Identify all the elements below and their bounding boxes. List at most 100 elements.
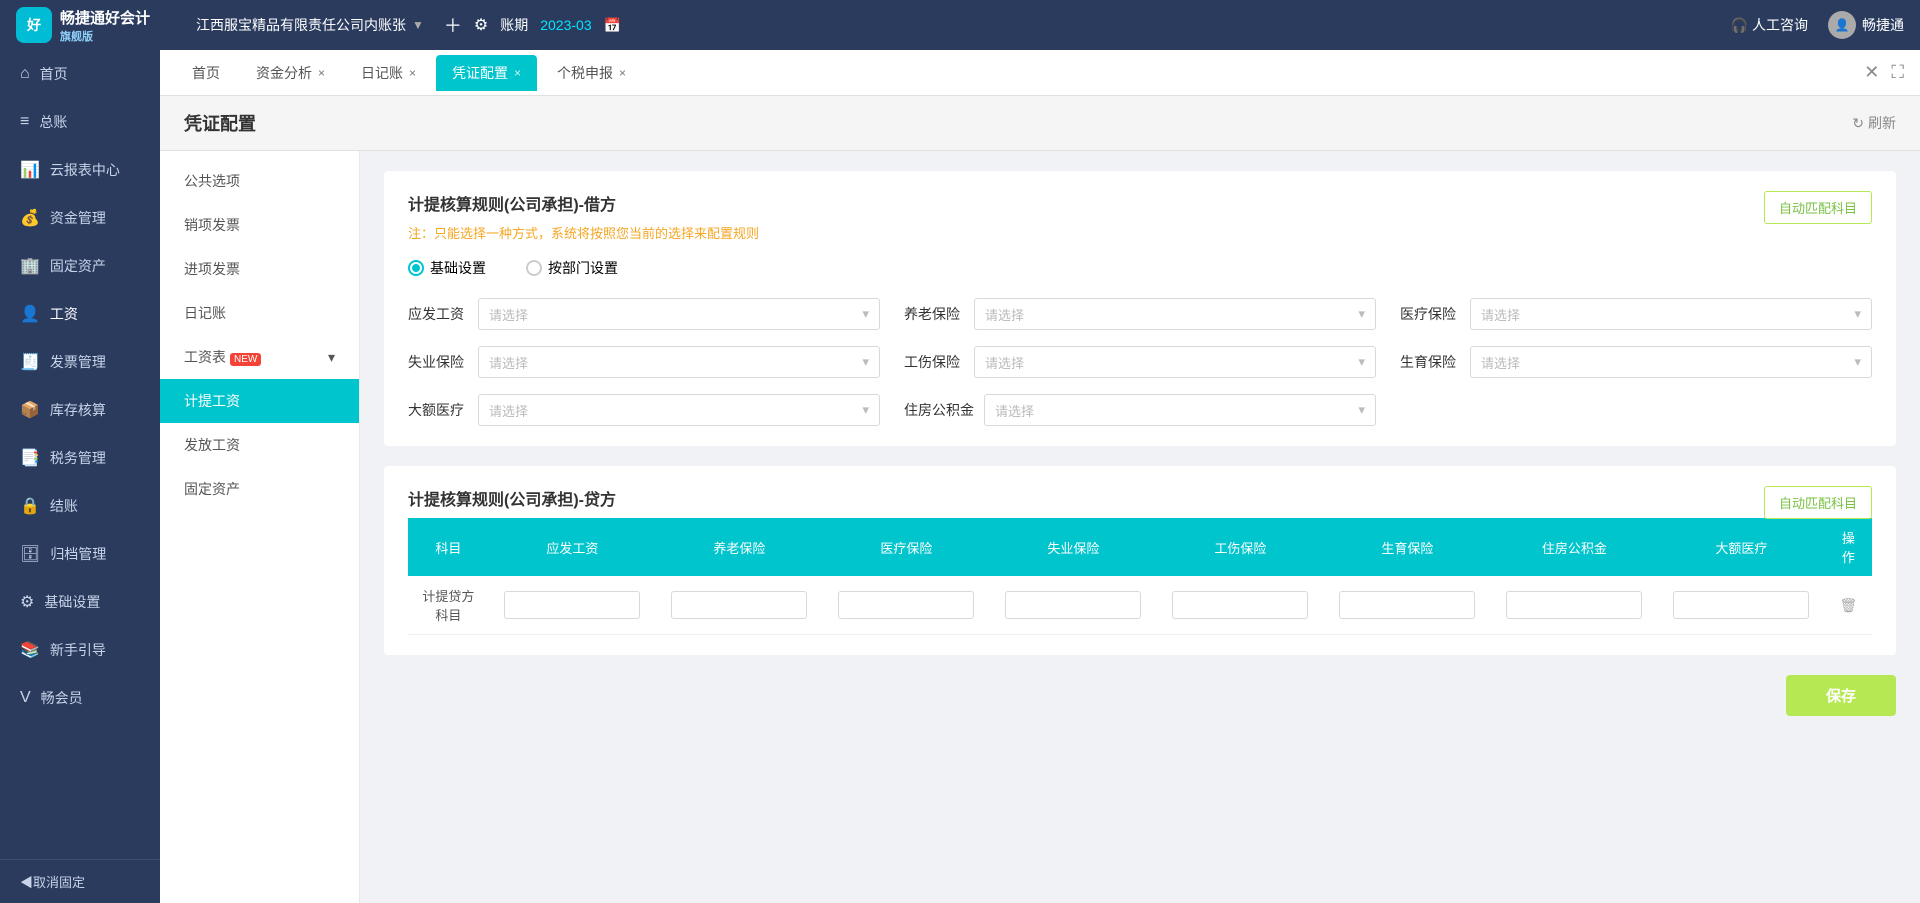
sidebar-item-assets[interactable]: 🏢 固定资产 (0, 242, 160, 290)
top-bar-right: 🎧 人工咨询 👤 畅捷通 (1731, 11, 1904, 39)
app-edition: 旗舰版 (60, 28, 150, 44)
label-maternity: 生育保险 (1400, 352, 1460, 372)
sidebar-item-archive[interactable]: 🗄 归档管理 (0, 530, 160, 578)
add-icon[interactable]: ＋ (444, 12, 462, 38)
sidebar-label-archive: 归档管理 (50, 544, 106, 564)
sidebar-item-funds[interactable]: 💰 资金管理 (0, 194, 160, 242)
cell-injury-input[interactable] (1157, 576, 1324, 635)
period-label: 账期 (500, 15, 528, 35)
sub-menu-journal[interactable]: 日记账 (160, 291, 359, 335)
delete-row-icon[interactable]: 🗑 (1840, 597, 1858, 613)
sidebar-item-inventory[interactable]: 📦 库存核算 (0, 386, 160, 434)
calendar-icon[interactable]: 📅 (604, 17, 621, 34)
debit-section: 计提核算规则(公司承担)-借方 注：只能选择一种方式，系统将按照您当前的选择来配… (384, 171, 1896, 446)
vip-icon: V (20, 689, 31, 707)
sidebar-item-invoice[interactable]: 🧾 发票管理 (0, 338, 160, 386)
label-medical: 医疗保险 (1400, 304, 1460, 324)
select-unemployment[interactable]: 请选择 ▾ (478, 346, 880, 378)
guide-icon: 📚 (20, 640, 40, 660)
cell-bigmedical-input[interactable] (1658, 576, 1825, 635)
inventory-icon: 📦 (20, 400, 40, 420)
select-maternity[interactable]: 请选择 ▾ (1470, 346, 1872, 378)
sub-menu-payment[interactable]: 发放工资 (160, 423, 359, 467)
radio-dept[interactable]: 按部门设置 (526, 258, 618, 278)
sidebar-item-tax[interactable]: 📑 税务管理 (0, 434, 160, 482)
tab-tax-label: 个税申报 (557, 63, 613, 83)
select-pension-placeholder: 请选择 (985, 305, 1024, 324)
select-housing[interactable]: 请选择 ▾ (984, 394, 1376, 426)
sidebar-item-reports[interactable]: 📊 云报表中心 (0, 146, 160, 194)
refresh-label: 刷新 (1868, 113, 1896, 133)
app-name: 畅捷通好会计 (60, 7, 150, 28)
tab-funds[interactable]: 资金分析 × (240, 55, 341, 91)
tab-voucher[interactable]: 凭证配置 × (436, 55, 537, 91)
top-bar-center: ＋ ⚙ 账期 2023-03 📅 (444, 12, 621, 38)
input-bigmedical[interactable] (1673, 591, 1809, 619)
sidebar-item-close[interactable]: 🔒 结账 (0, 482, 160, 530)
sidebar-item-home[interactable]: ⌂ 首页 (0, 50, 160, 98)
tab-funds-label: 资金分析 (256, 63, 312, 83)
tab-home[interactable]: 首页 (176, 55, 236, 91)
col-unemployment: 失业保险 (990, 518, 1157, 576)
input-injury[interactable] (1172, 591, 1308, 619)
sidebar-item-salary[interactable]: 👤 工资 (0, 290, 160, 338)
credit-auto-match-btn[interactable]: 自动匹配科目 (1764, 486, 1872, 519)
cell-unemployment-input[interactable] (990, 576, 1157, 635)
sidebar-item-ledger[interactable]: ≡ 总账 (0, 98, 160, 146)
cell-pension-input[interactable] (656, 576, 823, 635)
tab-journal-close[interactable]: × (409, 66, 416, 80)
cell-salary-input[interactable] (489, 576, 656, 635)
label-injury: 工伤保险 (904, 352, 964, 372)
refresh-btn[interactable]: ↻ 刷新 (1852, 113, 1896, 133)
tab-journal[interactable]: 日记账 × (345, 55, 432, 91)
ai-consult-btn[interactable]: 🎧 人工咨询 (1731, 15, 1808, 35)
input-pension[interactable] (671, 591, 807, 619)
cell-housing-input[interactable] (1491, 576, 1658, 635)
tab-funds-close[interactable]: × (318, 66, 325, 80)
sidebar-label-vip: 畅会员 (41, 688, 83, 708)
debit-auto-match-btn[interactable]: 自动匹配科目 (1764, 191, 1872, 224)
avatar: 👤 (1828, 11, 1856, 39)
select-injury[interactable]: 请选择 ▾ (974, 346, 1376, 378)
input-housing[interactable] (1506, 591, 1642, 619)
input-medical[interactable] (838, 591, 974, 619)
input-unemployment[interactable] (1005, 591, 1141, 619)
sub-menu-salary-table[interactable]: 工资表NEW ▾ (160, 335, 359, 379)
sub-menu-fixed-assets[interactable]: 固定资产 (160, 467, 359, 511)
select-injury-arrow: ▾ (1358, 354, 1365, 370)
tab-tax[interactable]: 个税申报 × (541, 55, 642, 91)
company-selector[interactable]: 江西服宝精品有限责任公司内账张 ▼ (196, 15, 424, 35)
select-injury-placeholder: 请选择 (985, 353, 1024, 372)
sub-menu-purchase-invoice[interactable]: 进项发票 (160, 247, 359, 291)
cancel-fixed-btn[interactable]: ◀取消固定 (0, 859, 160, 903)
sub-menu-common[interactable]: 公共选项 (160, 159, 359, 203)
select-medical[interactable]: 请选择 ▾ (1470, 298, 1872, 330)
tab-voucher-close[interactable]: × (514, 66, 521, 80)
sidebar-label-close: 结账 (50, 496, 78, 516)
select-pension[interactable]: 请选择 ▾ (974, 298, 1376, 330)
select-bigmedical[interactable]: 请选择 ▾ (478, 394, 880, 426)
sub-menu-accrual[interactable]: 计提工资 (160, 379, 359, 423)
sub-menu-sales-invoice[interactable]: 销项发票 (160, 203, 359, 247)
form-item-pension: 养老保险 请选择 ▾ (904, 298, 1376, 330)
select-bigmedical-placeholder: 请选择 (489, 401, 528, 420)
tab-close-all-icon[interactable]: ✕ (1864, 62, 1879, 83)
settings-icon[interactable]: ⚙ (474, 15, 488, 35)
col-bigmedical: 大额医疗 (1658, 518, 1825, 576)
sidebar-item-settings[interactable]: ⚙ 基础设置 (0, 578, 160, 626)
user-menu[interactable]: 👤 畅捷通 (1828, 11, 1904, 39)
cell-medical-input[interactable] (823, 576, 990, 635)
select-salary[interactable]: 请选择 ▾ (478, 298, 880, 330)
app-logo: 好 畅捷通好会计 旗舰版 (16, 7, 176, 44)
input-salary[interactable] (504, 591, 640, 619)
tab-fullscreen-icon[interactable]: ⛶ (1891, 62, 1904, 83)
sidebar-item-vip[interactable]: V 畅会员 (0, 674, 160, 722)
radio-basic[interactable]: 基础设置 (408, 258, 486, 278)
cell-maternity-input[interactable] (1324, 576, 1491, 635)
tab-tax-close[interactable]: × (619, 66, 626, 80)
input-maternity[interactable] (1339, 591, 1475, 619)
save-btn[interactable]: 保存 (1786, 675, 1896, 716)
radio-group: 基础设置 按部门设置 (408, 258, 1872, 278)
new-badge: NEW (230, 353, 261, 366)
sidebar-item-guide[interactable]: 📚 新手引导 (0, 626, 160, 674)
